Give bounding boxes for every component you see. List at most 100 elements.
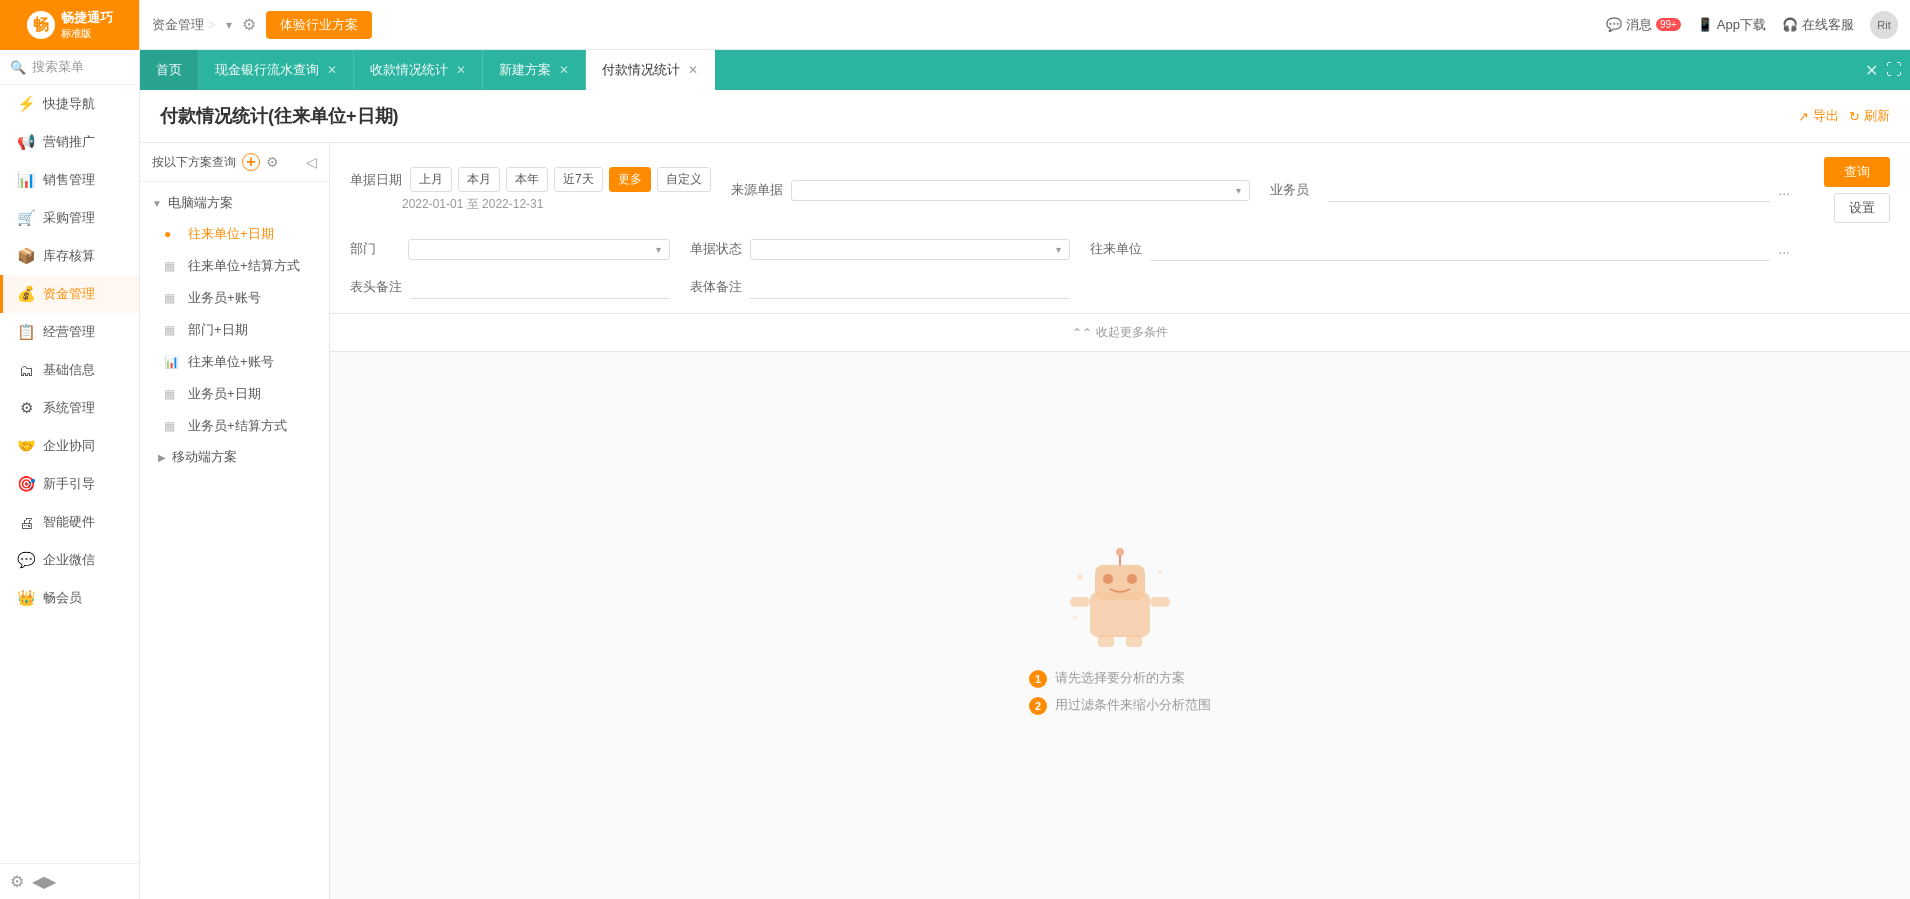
sidebar-item-quick-nav[interactable]: ⚡ 快捷导航 — [0, 85, 139, 123]
sidebar-item-basic[interactable]: 🗂 基础信息 — [0, 351, 139, 389]
tab-new-scheme[interactable]: 新建方案 ✕ — [483, 50, 586, 90]
scheme-item-unit-payment[interactable]: ▦ 往来单位+结算方式 — [140, 250, 329, 282]
scheme-item-dept-date[interactable]: ▦ 部门+日期 — [140, 314, 329, 346]
collapse-bar[interactable]: ⌃⌃ 收起更多条件 — [330, 314, 1910, 352]
sidebar-item-enterprise[interactable]: 🤝 企业协同 — [0, 427, 139, 465]
page-header: 付款情况统计(往来单位+日期) ↗ 导出 ↻ 刷新 — [140, 90, 1910, 143]
scheme-item-unit-account[interactable]: 📊 往来单位+账号 — [140, 346, 329, 378]
messages-item[interactable]: 💬 消息 99+ — [1606, 16, 1681, 34]
export-button[interactable]: ↗ 导出 — [1798, 107, 1839, 125]
date-btn-more[interactable]: 更多 — [609, 167, 651, 192]
sidebar-item-sales[interactable]: 📊 销售管理 — [0, 161, 139, 199]
topbar-settings-icon[interactable]: ⚙ — [242, 15, 256, 34]
tab-receipt-stats-close-icon[interactable]: ✕ — [456, 63, 466, 77]
table-body-note-input[interactable] — [750, 275, 1070, 299]
related-unit-label: 往来单位 — [1090, 240, 1142, 258]
capital-label: 资金管理 — [43, 285, 95, 303]
tab-payment-stats[interactable]: 付款情况统计 ✕ — [586, 50, 715, 90]
sales-icon: 📊 — [17, 171, 35, 189]
dropdown-arrow-icon[interactable]: ▾ — [226, 18, 232, 32]
settings-bottom-icon[interactable]: ⚙ — [10, 872, 24, 891]
sidebar-item-wechat[interactable]: 💬 企业微信 — [0, 541, 139, 579]
scheme-panel: 按以下方案查询 + ⚙ ◁ ▼ 电脑端方案 ● 往来单位+日期 — [140, 143, 330, 899]
date-btn-custom[interactable]: 自定义 — [657, 167, 711, 192]
main-area: 资金管理 > ▾ ⚙ 体验行业方案 💬 消息 99+ 📱 App下载 🎧 在线客… — [140, 0, 1910, 899]
close-tab-icon[interactable]: ✕ — [1865, 61, 1878, 80]
mobile-group-header[interactable]: ▶ 移动端方案 — [140, 442, 329, 472]
breadcrumb-divider: > — [208, 17, 216, 32]
mobile-scheme-group: ▶ 移动端方案 — [140, 442, 329, 472]
trial-button[interactable]: 体验行业方案 — [266, 11, 372, 39]
vip-label: 畅会员 — [43, 589, 82, 607]
svg-point-2 — [1103, 574, 1113, 584]
filter-query-actions: 查询 设置 — [1810, 157, 1890, 223]
date-btn-last-month[interactable]: 上月 — [410, 167, 452, 192]
sidebar-item-system[interactable]: ⚙ 系统管理 — [0, 389, 139, 427]
tab-new-scheme-label: 新建方案 — [499, 61, 551, 79]
date-btn-this-year[interactable]: 本年 — [506, 167, 548, 192]
scheme-item-unit-payment-label: 往来单位+结算方式 — [188, 257, 300, 275]
logo-text: 畅捷通巧 标准版 — [61, 9, 113, 41]
search-menu-label: 搜索菜单 — [32, 58, 84, 76]
app-logo: 畅 畅捷通巧 标准版 — [0, 0, 139, 50]
sidebar-item-vip[interactable]: 👑 畅会员 — [0, 579, 139, 617]
collapse-scheme-icon[interactable]: ◁ — [306, 154, 317, 170]
voucher-status-field: 单据状态 ▾ — [690, 239, 1070, 260]
tab-new-scheme-close-icon[interactable]: ✕ — [559, 63, 569, 77]
scheme-item-unit-account-label: 往来单位+账号 — [188, 353, 274, 371]
tab-bank-flow[interactable]: 现金银行流水查询 ✕ — [199, 50, 354, 90]
marketing-icon: 📢 — [17, 133, 35, 151]
desktop-group-header[interactable]: ▼ 电脑端方案 — [140, 188, 329, 218]
salesman-label: 业务员 — [1270, 181, 1320, 199]
sidebar-item-guide[interactable]: 🎯 新手引导 — [0, 465, 139, 503]
scheme-item-unit-date-label: 往来单位+日期 — [188, 225, 274, 243]
topbar: 资金管理 > ▾ ⚙ 体验行业方案 💬 消息 99+ 📱 App下载 🎧 在线客… — [140, 0, 1910, 50]
user-avatar[interactable]: Rit — [1870, 11, 1898, 39]
tab-home[interactable]: 首页 — [140, 50, 199, 90]
sidebar-item-purchase[interactable]: 🛒 采购管理 — [0, 199, 139, 237]
desktop-group-label: 电脑端方案 — [168, 194, 317, 212]
guide-label: 新手引导 — [43, 475, 95, 493]
related-unit-input[interactable] — [1150, 237, 1770, 261]
department-select[interactable]: ▾ — [408, 239, 670, 260]
refresh-button[interactable]: ↻ 刷新 — [1849, 107, 1890, 125]
query-button[interactable]: 查询 — [1824, 157, 1890, 187]
collapse-label: 收起更多条件 — [1096, 324, 1168, 341]
tab-bank-flow-close-icon[interactable]: ✕ — [327, 63, 337, 77]
collapse-sidebar-icon[interactable]: ◀▶ — [32, 872, 56, 891]
online-service-item[interactable]: 🎧 在线客服 — [1782, 16, 1854, 34]
scheme-item-salesman-date[interactable]: ▦ 业务员+日期 — [140, 378, 329, 410]
scheme-item-unit-date[interactable]: ● 往来单位+日期 — [140, 218, 329, 250]
add-scheme-icon[interactable]: + — [242, 153, 260, 171]
voucher-status-select[interactable]: ▾ — [750, 239, 1070, 260]
sidebar-item-marketing[interactable]: 📢 营销推广 — [0, 123, 139, 161]
tab-payment-stats-close-icon[interactable]: ✕ — [688, 63, 698, 77]
app-download-item[interactable]: 📱 App下载 — [1697, 16, 1766, 34]
sidebar-item-operation[interactable]: 📋 经营管理 — [0, 313, 139, 351]
sidebar-item-inventory[interactable]: 📦 库存核算 — [0, 237, 139, 275]
scheme-settings-icon[interactable]: ⚙ — [266, 154, 279, 170]
source-voucher-select[interactable]: ▾ — [791, 180, 1251, 201]
scheme-header: 按以下方案查询 + ⚙ ◁ — [140, 143, 329, 182]
sidebar-item-hardware[interactable]: 🖨 智能硬件 — [0, 503, 139, 541]
search-menu[interactable]: 🔍 搜索菜单 — [0, 50, 139, 85]
tab-receipt-stats[interactable]: 收款情况统计 ✕ — [354, 50, 483, 90]
page-title: 付款情况统计(往来单位+日期) — [160, 104, 399, 128]
scheme-item-salesman-account[interactable]: ▦ 业务员+账号 — [140, 282, 329, 314]
scheme-item-salesman-payment[interactable]: ▦ 业务员+结算方式 — [140, 410, 329, 442]
maximize-tab-icon[interactable]: ⛶ — [1886, 61, 1902, 79]
robot-svg — [1060, 537, 1180, 657]
table-head-note-input[interactable] — [410, 275, 670, 299]
svg-rect-7 — [1150, 597, 1170, 607]
svg-rect-8 — [1098, 635, 1114, 647]
date-btn-7days[interactable]: 近7天 — [554, 167, 603, 192]
filter-settings-button[interactable]: 设置 — [1834, 193, 1890, 223]
source-voucher-field: 来源单据 ▾ — [731, 180, 1251, 201]
related-unit-more-icon[interactable]: ... — [1778, 241, 1790, 257]
sidebar-item-capital[interactable]: 💰 资金管理 — [0, 275, 139, 313]
salesman-field: 业务员 ... — [1270, 178, 1790, 202]
salesman-input[interactable] — [1328, 178, 1770, 202]
filter-row-2: 部门 ▾ 单据状态 ▾ 往来单位 — [350, 237, 1890, 261]
date-btn-this-month[interactable]: 本月 — [458, 167, 500, 192]
salesman-more-icon[interactable]: ... — [1778, 182, 1790, 198]
